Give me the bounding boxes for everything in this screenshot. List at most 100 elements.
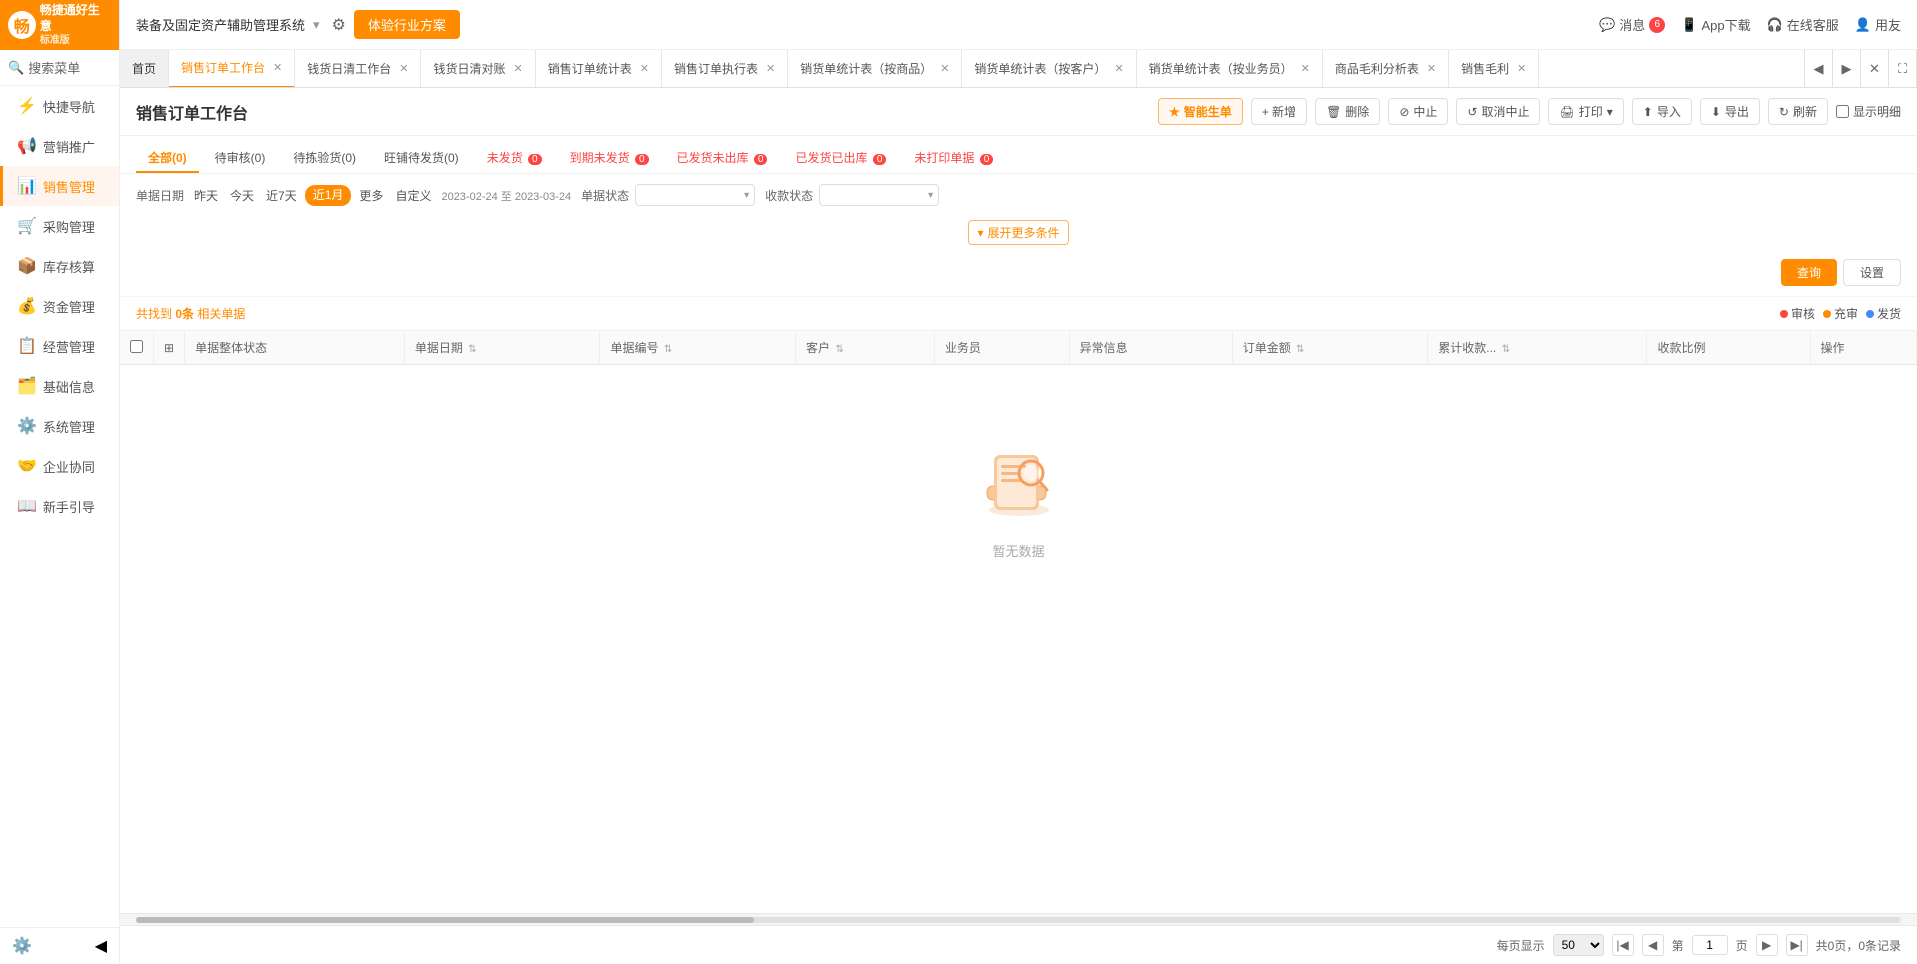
sub-tab-unprinted[interactable]: 未打印单据 0 xyxy=(902,144,1005,173)
tab-sales-margin[interactable]: 销售毛利 ✕ xyxy=(1449,50,1539,88)
table-scroll[interactable]: ⊞ 单据整体状态 单据日期 ⇅ 单据编号 ⇅ xyxy=(120,331,1917,913)
settings-icon[interactable]: ⚙️ xyxy=(12,936,32,956)
payment-select[interactable] xyxy=(819,184,939,206)
date-today[interactable]: 今天 xyxy=(226,185,258,206)
scrollbar-thumb[interactable] xyxy=(136,917,754,923)
sub-tab-pending-review[interactable]: 待审核(0) xyxy=(203,144,278,173)
sidebar-item-collab[interactable]: 🤝 企业协同 xyxy=(0,446,119,486)
tab-sales-stats-close[interactable]: ✕ xyxy=(640,62,649,75)
export-btn[interactable]: ⬇ 导出 xyxy=(1700,98,1760,125)
user-item[interactable]: 👤 用友 xyxy=(1855,15,1901,34)
first-page-btn[interactable]: |◀ xyxy=(1612,934,1634,956)
import-btn[interactable]: ⬆ 导入 xyxy=(1632,98,1692,125)
page-size-select[interactable]: 50 10 20 100 xyxy=(1553,934,1604,956)
horizontal-scrollbar[interactable] xyxy=(120,913,1917,925)
tab-close-all-btn[interactable]: ✕ xyxy=(1861,50,1889,88)
tab-sales-by-product[interactable]: 销货单统计表（按商品） ✕ xyxy=(788,50,962,88)
online-service-item[interactable]: 🎧 在线客服 xyxy=(1767,15,1839,34)
sidebar-item-finance[interactable]: 💰 资金管理 xyxy=(0,286,119,326)
select-all-checkbox[interactable] xyxy=(130,340,143,353)
tab-next-btn[interactable]: ▶ xyxy=(1833,50,1861,88)
tab-by-customer-close[interactable]: ✕ xyxy=(1114,62,1123,75)
sales-icon: 📊 xyxy=(17,176,37,196)
topbar-settings-icon[interactable]: ⚙ xyxy=(332,15,346,35)
th-date[interactable]: 单据日期 ⇅ xyxy=(404,331,600,365)
message-item[interactable]: 💬 消息 6 xyxy=(1599,15,1665,34)
tab-sales-by-staff[interactable]: 销货单统计表（按业务员） ✕ xyxy=(1137,50,1323,88)
tab-sales-order[interactable]: 销售订单工作台 ✕ xyxy=(169,50,295,88)
stop-btn[interactable]: ⊘ 中止 xyxy=(1388,98,1448,125)
page-unit: 页 xyxy=(1736,937,1748,954)
sub-tab-pending-inspect[interactable]: 待拣验货(0) xyxy=(281,144,368,173)
sub-tab-shipped-not-out[interactable]: 已发货未出库 0 xyxy=(665,144,780,173)
tab-sales-exec[interactable]: 销售订单执行表 ✕ xyxy=(662,50,788,88)
sidebar-item-operations[interactable]: 📋 经营管理 xyxy=(0,326,119,366)
last-page-btn[interactable]: ▶| xyxy=(1786,934,1808,956)
tab-product-margin-close[interactable]: ✕ xyxy=(1427,62,1436,75)
solution-btn[interactable]: 体验行业方案 xyxy=(354,10,460,39)
expand-filter-btn[interactable]: ▾ 展开更多条件 xyxy=(968,220,1068,245)
tab-sales-exec-close[interactable]: ✕ xyxy=(766,62,775,75)
col-settings-icon[interactable]: ⊞ xyxy=(164,341,174,355)
date-1month[interactable]: 近1月 xyxy=(305,185,352,206)
sidebar-item-quicknav[interactable]: ⚡ 快捷导航 xyxy=(0,86,119,126)
tab-by-staff-close[interactable]: ✕ xyxy=(1301,62,1310,75)
app-download-item[interactable]: 📱 App下载 xyxy=(1681,15,1750,34)
status-select[interactable] xyxy=(635,184,755,206)
th-customer[interactable]: 客户 ⇅ xyxy=(796,331,935,365)
tab-cash-reconcile-close[interactable]: ✕ xyxy=(514,62,523,75)
sub-tab-all[interactable]: 全部(0) xyxy=(136,144,199,173)
th-number[interactable]: 单据编号 ⇅ xyxy=(600,331,796,365)
show-detail-checkbox[interactable] xyxy=(1836,105,1849,118)
refresh-btn[interactable]: ↻ 刷新 xyxy=(1768,98,1828,125)
tab-home[interactable]: 首页 xyxy=(120,50,169,88)
show-detail-label[interactable]: 显示明细 xyxy=(1836,103,1901,120)
review-action[interactable]: 审核 xyxy=(1780,305,1815,322)
sidebar-item-system[interactable]: ⚙️ 系统管理 xyxy=(0,406,119,446)
sub-tab-overdue-unshipped[interactable]: 到期未发货 0 xyxy=(558,144,661,173)
collapse-icon[interactable]: ◀ xyxy=(95,936,107,956)
sub-tab-shop-pending[interactable]: 旺铺待发货(0) xyxy=(372,144,471,173)
prev-page-btn[interactable]: ◀ xyxy=(1642,934,1664,956)
ship-action[interactable]: 发货 xyxy=(1866,305,1901,322)
sidebar-search[interactable]: 🔍 搜索菜单 xyxy=(0,50,119,86)
smart-create-btn[interactable]: ★ 智能生单 xyxy=(1158,98,1243,125)
scrollbar-track[interactable] xyxy=(136,917,1901,923)
date-more[interactable]: 更多 xyxy=(355,185,387,206)
th-amount[interactable]: 订单金额 ⇅ xyxy=(1232,331,1428,365)
dropdown-arrow[interactable]: ▾ xyxy=(313,17,320,33)
query-buttons: 查询 设置 xyxy=(1781,259,1901,286)
new-btn[interactable]: + 新增 xyxy=(1251,98,1307,125)
cancel-stop-btn[interactable]: ↺ 取消中止 xyxy=(1456,98,1540,125)
unreview-action[interactable]: 充审 xyxy=(1823,305,1858,322)
next-page-btn[interactable]: ▶ xyxy=(1756,934,1778,956)
date-7days[interactable]: 近7天 xyxy=(262,185,301,206)
query-btn[interactable]: 查询 xyxy=(1781,259,1837,286)
th-collected[interactable]: 累计收款... ⇅ xyxy=(1428,331,1647,365)
date-custom[interactable]: 自定义 xyxy=(391,185,435,206)
tab-sales-order-close[interactable]: ✕ xyxy=(273,61,282,74)
tab-cash-reconcile[interactable]: 钱货日清对账 ✕ xyxy=(421,50,535,88)
sidebar-item-sales[interactable]: 📊 销售管理 xyxy=(0,166,119,206)
tab-sales-by-customer[interactable]: 销货单统计表（按客户） ✕ xyxy=(962,50,1136,88)
sidebar-item-purchase[interactable]: 🛒 采购管理 xyxy=(0,206,119,246)
tab-sales-stats[interactable]: 销售订单统计表 ✕ xyxy=(536,50,662,88)
delete-btn[interactable]: 🗑 删除 xyxy=(1315,98,1380,125)
sub-tab-unshipped[interactable]: 未发货 0 xyxy=(475,144,554,173)
sidebar-item-marketing[interactable]: 📢 营销推广 xyxy=(0,126,119,166)
print-btn[interactable]: 🖨 打印 ▾ xyxy=(1548,98,1623,125)
tab-fullscreen-btn[interactable]: ⛶ xyxy=(1889,50,1917,88)
tab-cash-daily[interactable]: 钱货日清工作台 ✕ xyxy=(295,50,421,88)
tab-cash-daily-close[interactable]: ✕ xyxy=(399,62,408,75)
tab-prev-btn[interactable]: ◀ xyxy=(1805,50,1833,88)
tab-product-margin[interactable]: 商品毛利分析表 ✕ xyxy=(1323,50,1449,88)
tab-by-product-close[interactable]: ✕ xyxy=(940,62,949,75)
settings-btn[interactable]: 设置 xyxy=(1843,259,1901,286)
date-yesterday[interactable]: 昨天 xyxy=(190,185,222,206)
sidebar-item-base[interactable]: 🗂️ 基础信息 xyxy=(0,366,119,406)
tab-sales-margin-close[interactable]: ✕ xyxy=(1517,62,1526,75)
sub-tab-shipped-out[interactable]: 已发货已出库 0 xyxy=(783,144,898,173)
page-input[interactable] xyxy=(1692,935,1728,955)
sidebar-item-inventory[interactable]: 📦 库存核算 xyxy=(0,246,119,286)
sidebar-item-guide[interactable]: 📖 新手引导 xyxy=(0,486,119,526)
